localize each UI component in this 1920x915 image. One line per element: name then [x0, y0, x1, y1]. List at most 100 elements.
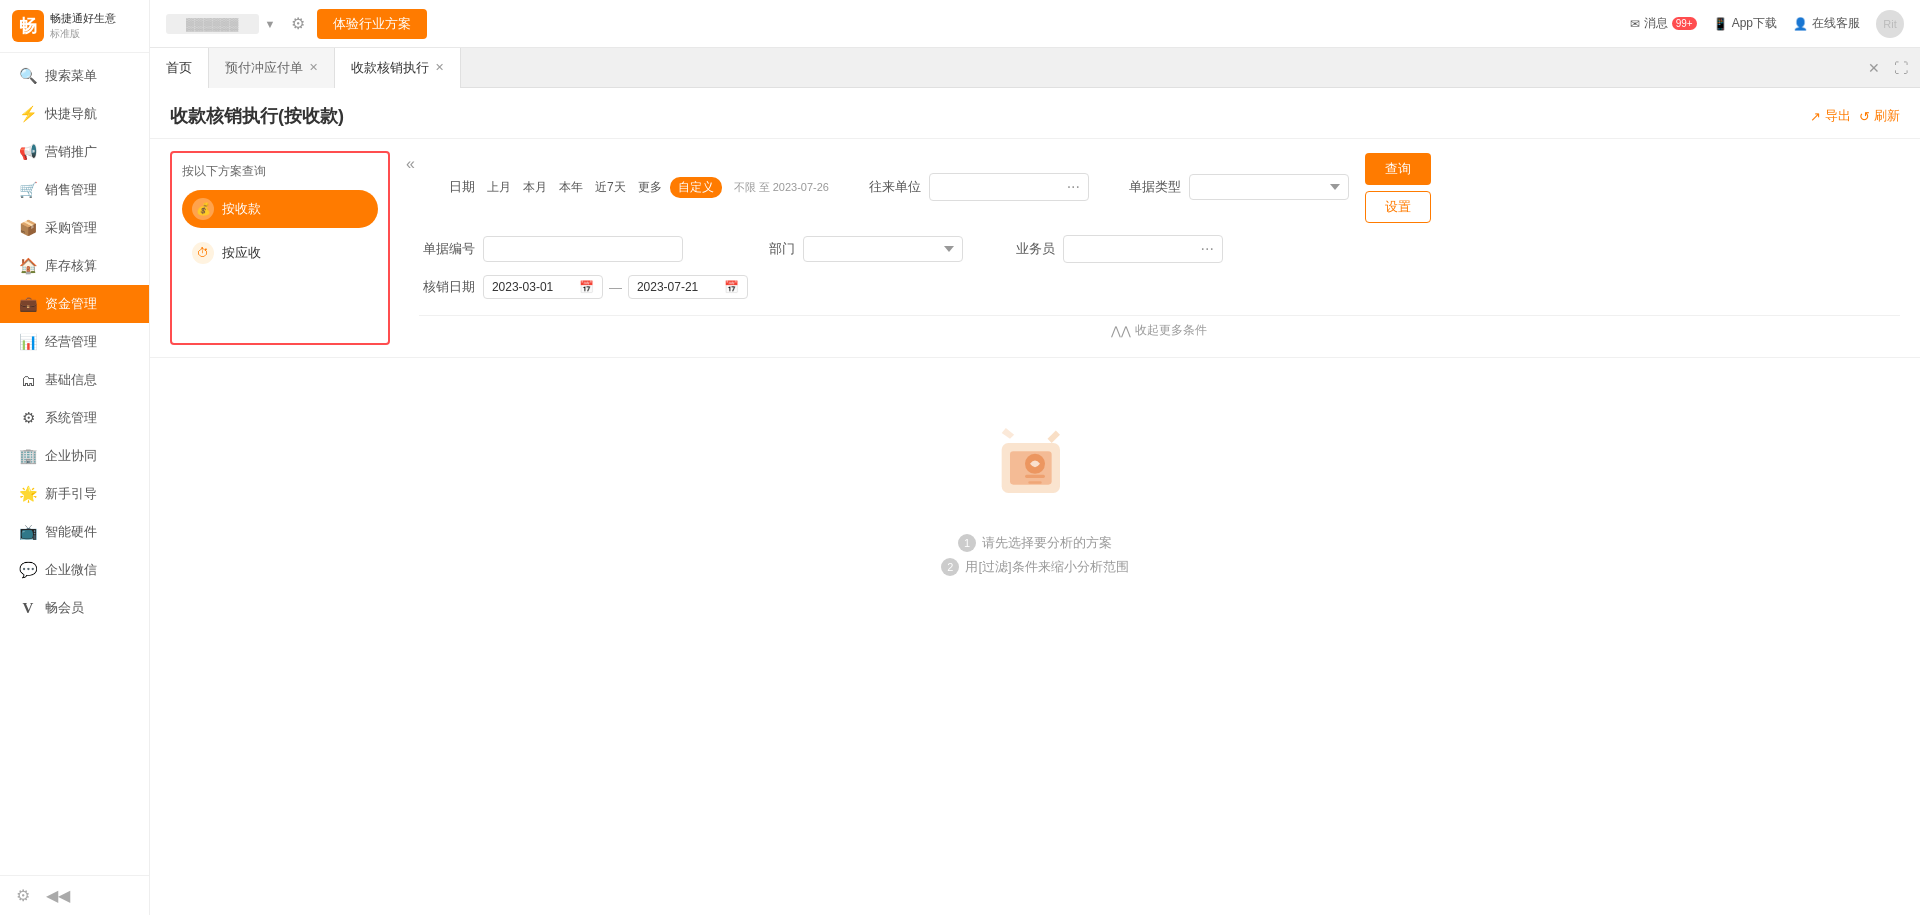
svg-marker-6: [1002, 428, 1015, 439]
sidebar-item-basic[interactable]: 🗂 基础信息: [0, 361, 149, 399]
query-btn[interactable]: 查询: [1365, 153, 1431, 185]
page-content: 收款核销执行(按收款) ↗ 导出 ↺ 刷新 按以下方案查询 💰 按收款: [150, 88, 1920, 915]
chevron-down-icon[interactable]: ▼: [265, 18, 276, 30]
filter-area: 按以下方案查询 💰 按收款 ⏱ 按应收 « 日期 上月: [150, 139, 1920, 358]
date-this-month[interactable]: 本月: [519, 177, 551, 198]
sidebar-item-marketing[interactable]: 📢 营销推广: [0, 133, 149, 171]
verify-date-end-value: 2023-07-21: [637, 280, 698, 294]
sidebar-item-label: 快捷导航: [45, 105, 97, 123]
sidebar-item-wechat[interactable]: 💬 企业微信: [0, 551, 149, 589]
guide-icon: 🌟: [19, 485, 37, 503]
user-avatar[interactable]: Rit: [1876, 10, 1904, 38]
filter-option-by-receipt[interactable]: 💰 按收款: [182, 190, 378, 228]
tab-receipts-close[interactable]: ✕: [435, 61, 444, 74]
calendar-icon: 📅: [724, 280, 739, 294]
tabs-actions: ✕ ⛶: [1864, 56, 1920, 80]
phone-icon: 📱: [1713, 17, 1728, 31]
staff-dots[interactable]: ···: [1201, 240, 1214, 258]
settings-btn[interactable]: 设置: [1365, 191, 1431, 223]
messages-btn[interactable]: ✉ 消息 99+: [1630, 15, 1697, 32]
empty-state: 1 请先选择要分析的方案 2 用[过滤]条件来缩小分析范围: [150, 358, 1920, 642]
expand-tab-icon[interactable]: ⛶: [1890, 56, 1912, 80]
filter-row-3: 核销日期 2023-03-01 📅 — 2023-07-21 📅: [419, 275, 1900, 299]
online-service-btn[interactable]: 👤 在线客服: [1793, 15, 1860, 32]
tabs-bar: 首页 预付冲应付单 ✕ 收款核销执行 ✕ ✕ ⛶: [150, 48, 1920, 88]
date-this-year[interactable]: 本年: [555, 177, 587, 198]
settings-icon[interactable]: ⚙: [16, 886, 30, 905]
doc-num-group: 单据编号: [419, 236, 683, 262]
main-area: ▓▓▓▓▓▓ ▼ ⚙ 体验行业方案 ✉ 消息 99+ 📱 App下载 👤 在线客…: [150, 0, 1920, 915]
search-menu-icon: 🔍: [19, 67, 37, 85]
verify-date-start-input[interactable]: 2023-03-01 📅: [483, 275, 603, 299]
sidebar-item-enterprise[interactable]: 🏢 企业协同: [0, 437, 149, 475]
date-custom[interactable]: 自定义: [670, 177, 722, 198]
sidebar-item-member[interactable]: V 畅会员: [0, 589, 149, 627]
quick-nav-icon: ⚡: [19, 105, 37, 123]
tab-receipts-label: 收款核销执行: [351, 59, 429, 77]
gear-icon[interactable]: ⚙: [291, 14, 305, 33]
sidebar-item-inventory[interactable]: 🏠 库存核算: [0, 247, 149, 285]
verify-date-label: 核销日期: [419, 278, 475, 296]
date-7days[interactable]: 近7天: [591, 177, 630, 198]
collapse-more-btn[interactable]: ⋀⋀ 收起更多条件: [419, 315, 1900, 345]
date-group: 日期 上月 本月 本年 近7天 更多 自定义 不限 至 2023-07-26: [419, 177, 829, 198]
sidebar-item-label: 智能硬件: [45, 523, 97, 541]
empty-hint-1: 1 请先选择要分析的方案: [958, 534, 1112, 552]
hardware-icon: 📺: [19, 523, 37, 541]
sidebar-item-system[interactable]: ⚙ 系统管理: [0, 399, 149, 437]
brand-name: ▓▓▓▓▓▓: [166, 14, 259, 34]
export-btn[interactable]: ↗ 导出: [1810, 107, 1851, 125]
sidebar-item-finance[interactable]: 💼 资金管理: [0, 285, 149, 323]
tab-home[interactable]: 首页: [150, 48, 209, 88]
verify-date-end-input[interactable]: 2023-07-21 📅: [628, 275, 748, 299]
operation-icon: 📊: [19, 333, 37, 351]
dept-select[interactable]: [803, 236, 963, 262]
sidebar-item-operation[interactable]: 📊 经营管理: [0, 323, 149, 361]
sidebar: 畅 畅捷通好生意 标准版 🔍 搜索菜单 ⚡ 快捷导航 📢 营销推广 🛒 销售管理…: [0, 0, 150, 915]
app-download-label: App下载: [1732, 15, 1777, 32]
svg-rect-4: [1028, 481, 1041, 484]
source-unit-dots[interactable]: ···: [1067, 178, 1080, 196]
sidebar-item-label: 销售管理: [45, 181, 97, 199]
source-unit-selector[interactable]: ···: [929, 173, 1089, 201]
filter-panel-title: 按以下方案查询: [182, 163, 378, 180]
doc-num-label: 单据编号: [419, 240, 475, 258]
dept-group: 部门: [739, 236, 963, 262]
online-service-label: 在线客服: [1812, 15, 1860, 32]
sidebar-item-guide[interactable]: 🌟 新手引导: [0, 475, 149, 513]
date-more[interactable]: 更多: [634, 177, 666, 198]
logo-icon: 畅: [12, 10, 44, 42]
enterprise-icon: 🏢: [19, 447, 37, 465]
sidebar-item-hardware[interactable]: 📺 智能硬件: [0, 513, 149, 551]
sidebar-item-label: 经营管理: [45, 333, 97, 351]
sidebar-item-sales[interactable]: 🛒 销售管理: [0, 171, 149, 209]
date-no-limit: 不限 至 2023-07-26: [734, 180, 829, 195]
tab-prepay-close[interactable]: ✕: [309, 61, 318, 74]
inventory-icon: 🏠: [19, 257, 37, 275]
export-label: 导出: [1825, 107, 1851, 125]
sidebar-item-search-menu[interactable]: 🔍 搜索菜单: [0, 57, 149, 95]
date-last-month[interactable]: 上月: [483, 177, 515, 198]
topbar-right: ✉ 消息 99+ 📱 App下载 👤 在线客服 Rit: [1630, 10, 1904, 38]
tab-prepay[interactable]: 预付冲应付单 ✕: [209, 48, 335, 88]
empty-illustration: [985, 418, 1085, 518]
doc-type-select[interactable]: [1189, 174, 1349, 200]
refresh-btn[interactable]: ↺ 刷新: [1859, 107, 1900, 125]
filter-option-by-receivable[interactable]: ⏱ 按应收: [182, 234, 378, 272]
sidebar-item-quick-nav[interactable]: ⚡ 快捷导航: [0, 95, 149, 133]
industry-btn[interactable]: 体验行业方案: [317, 9, 427, 39]
collapse-sidebar-icon[interactable]: ◀◀: [46, 886, 70, 905]
system-icon: ⚙: [19, 409, 37, 427]
marketing-icon: 📢: [19, 143, 37, 161]
verify-date-start-value: 2023-03-01: [492, 280, 553, 294]
staff-label: 业务员: [999, 240, 1055, 258]
empty-hint-1-text: 请先选择要分析的方案: [982, 534, 1112, 552]
staff-selector[interactable]: ···: [1063, 235, 1223, 263]
collapse-panel-btn[interactable]: «: [402, 151, 419, 177]
close-tab-icon[interactable]: ✕: [1864, 56, 1884, 80]
tab-receipts[interactable]: 收款核销执行 ✕: [335, 48, 461, 88]
sidebar-item-purchase[interactable]: 📦 采购管理: [0, 209, 149, 247]
app-download-btn[interactable]: 📱 App下载: [1713, 15, 1777, 32]
doc-num-input[interactable]: [483, 236, 683, 262]
app-version: 标准版: [50, 27, 116, 41]
